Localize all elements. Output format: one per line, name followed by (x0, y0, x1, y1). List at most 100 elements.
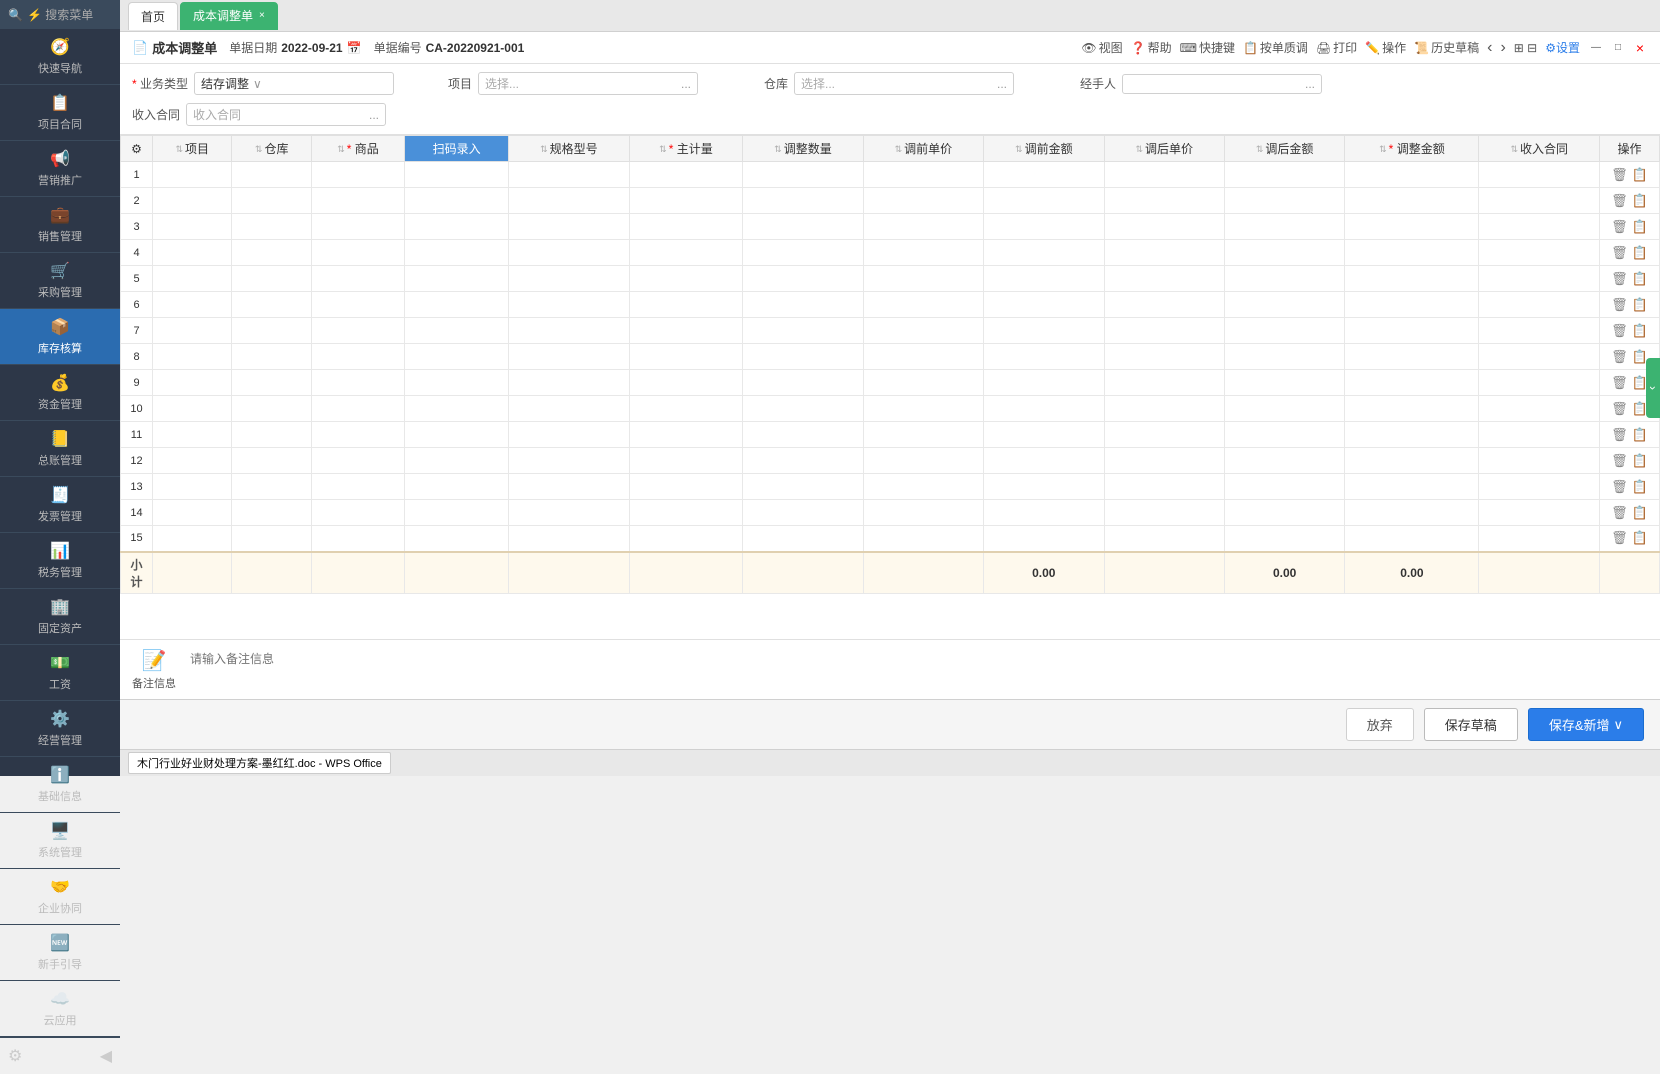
help-btn[interactable]: ❓ 帮助 (1131, 39, 1172, 56)
calendar-icon[interactable]: 📅 (347, 41, 362, 55)
history-btn[interactable]: 📜 历史草稿 (1414, 39, 1479, 56)
sidebar-item-ops-mgmt[interactable]: ⚙️ 经营管理 (0, 701, 120, 757)
row-delete-icon[interactable]: 🗑 (1611, 505, 1628, 520)
sidebar-item-sales-mgmt[interactable]: 💼 销售管理 (0, 197, 120, 253)
tab-home[interactable]: 首页 (128, 2, 178, 30)
row-delete-icon[interactable]: 🗑 (1611, 530, 1628, 545)
row-delete-icon[interactable]: 🗑 (1611, 453, 1628, 468)
single-adjust-btn[interactable]: 📋 按单质调 (1243, 39, 1308, 56)
row-delete-icon[interactable]: 🗑 (1611, 245, 1628, 260)
shortcut-btn[interactable]: ⌨ 快捷键 (1180, 39, 1235, 56)
sidebar-item-fund-mgmt[interactable]: 💰 资金管理 (0, 365, 120, 421)
col-settings[interactable]: ⚙ (121, 136, 153, 162)
sidebar-item-fixed-assets[interactable]: 🏢 固定资产 (0, 589, 120, 645)
basic-info-icon: ℹ️ (50, 765, 70, 785)
row-copy-icon[interactable]: 📋 (1632, 219, 1648, 234)
sidebar-item-biz-collab[interactable]: 🤝 企业协同 (0, 869, 120, 925)
right-handle[interactable]: › (1646, 358, 1660, 418)
sidebar-item-new-guide[interactable]: 🆕 新手引导 (0, 925, 120, 981)
subtotal-row: 小计0.000.000.00 (121, 552, 1660, 594)
save-new-button[interactable]: 保存&新增 ∨ (1528, 708, 1644, 741)
window-controls: — □ × (1588, 40, 1648, 56)
row-copy-icon[interactable]: 📋 (1632, 297, 1648, 312)
table-row: 1🗑📋 (121, 162, 1660, 188)
row-copy-icon[interactable]: 📋 (1632, 245, 1648, 260)
row-delete-icon[interactable]: 🗑 (1611, 271, 1628, 286)
row-delete-icon[interactable]: 🗑 (1611, 349, 1628, 364)
view-btn[interactable]: 👁 视图 (1081, 39, 1122, 56)
sys-mgmt-icon: 🖥️ (50, 821, 70, 841)
row-delete-icon[interactable]: 🗑 (1611, 167, 1628, 182)
project-dots: ... (681, 77, 691, 91)
sidebar-item-cloud-apps[interactable]: ☁️ 云应用 (0, 981, 120, 1037)
row-delete-icon[interactable]: 🗑 (1611, 297, 1628, 312)
row-copy-icon[interactable]: 📋 (1632, 193, 1648, 208)
table-row: 8🗑📋 (121, 344, 1660, 370)
sales-promo-icon: 📢 (50, 149, 70, 169)
sidebar-item-quick-nav[interactable]: 🧭 快速导航 (0, 29, 120, 85)
sidebar-item-tax-mgmt[interactable]: 📊 税务管理 (0, 533, 120, 589)
window-minimize[interactable]: — (1588, 40, 1604, 56)
handler-input[interactable]: ... (1122, 74, 1322, 94)
sidebar-item-invoice-mgmt[interactable]: 🧾 发票管理 (0, 477, 120, 533)
taskbar-item[interactable]: 木门行业好业财处理方案-墨红红.doc - WPS Office (128, 752, 391, 774)
view-toggle[interactable]: ⊞ ⊟ (1514, 41, 1537, 55)
col-income-contract: ⇅收入合同 (1479, 136, 1600, 162)
sidebar-item-project-contract[interactable]: 📋 项目合同 (0, 85, 120, 141)
project-placeholder: 选择... (485, 75, 519, 92)
collapse-icon[interactable]: ◀ (100, 1046, 112, 1066)
row-delete-icon[interactable]: 🗑 (1611, 323, 1628, 338)
sidebar-item-ledger-mgmt[interactable]: 📒 总账管理 (0, 421, 120, 477)
nav-next[interactable]: › (1500, 39, 1505, 57)
row-copy-icon[interactable]: 📋 (1632, 427, 1648, 442)
row-copy-icon[interactable]: 📋 (1632, 479, 1648, 494)
sidebar-item-sys-mgmt[interactable]: 🖥️ 系统管理 (0, 813, 120, 869)
row-delete-icon[interactable]: 🗑 (1611, 219, 1628, 234)
table-row: 13🗑📋 (121, 474, 1660, 500)
row-delete-icon[interactable]: 🗑 (1611, 401, 1628, 416)
col-operation: 操作 (1600, 136, 1660, 162)
operation-btn[interactable]: ✏️ 操作 (1365, 39, 1406, 56)
window-maximize[interactable]: □ (1610, 40, 1626, 56)
sidebar-item-inventory[interactable]: 📦 库存核算 (0, 309, 120, 365)
col-scan[interactable]: 扫码录入 (405, 136, 509, 162)
settings-icon[interactable]: ⚙ (8, 1046, 22, 1066)
notes-input[interactable] (186, 648, 1648, 670)
sidebar-item-label: 营销推广 (38, 172, 82, 188)
warehouse-input[interactable]: 选择... ... (794, 72, 1014, 95)
row-delete-icon[interactable]: 🗑 (1611, 427, 1628, 442)
project-row: 项目 选择... ... (448, 72, 748, 95)
sidebar-item-sales-promo[interactable]: 📢 营销推广 (0, 141, 120, 197)
discard-button[interactable]: 放弃 (1346, 708, 1414, 741)
row-copy-icon[interactable]: 📋 (1632, 323, 1648, 338)
sidebar-item-payroll[interactable]: 💵 工资 (0, 645, 120, 701)
biz-type-input[interactable]: 结存调整 ∨ (194, 72, 394, 95)
sidebar-item-purchase-mgmt[interactable]: 🛒 采购管理 (0, 253, 120, 309)
project-label: 项目 (448, 75, 472, 92)
window-close[interactable]: × (1632, 40, 1648, 56)
sidebar-item-basic-info[interactable]: ℹ️ 基础信息 (0, 757, 120, 813)
project-input[interactable]: 选择... ... (478, 72, 698, 95)
ops-mgmt-icon: ⚙️ (50, 709, 70, 729)
income-contract-input[interactable]: 收入合同 ... (186, 103, 386, 126)
row-copy-icon[interactable]: 📋 (1632, 505, 1648, 520)
sidebar-item-label: 系统管理 (38, 844, 82, 860)
tab-cost-adjust[interactable]: 成本调整单 × (180, 2, 278, 30)
col-warehouse: ⇅仓库 (232, 136, 311, 162)
print-btn[interactable]: 🖨 打印 (1316, 39, 1357, 56)
settings-btn[interactable]: ⚙设置 (1545, 39, 1580, 56)
sidebar-search[interactable]: 🔍 ⚡ 搜索菜单 (0, 0, 120, 29)
warehouse-placeholder: 选择... (801, 75, 835, 92)
tab-close-icon[interactable]: × (259, 10, 265, 21)
search-icon: 🔍 (8, 8, 23, 22)
col-spec: ⇅规格型号 (509, 136, 629, 162)
row-delete-icon[interactable]: 🗑 (1611, 375, 1628, 390)
row-copy-icon[interactable]: 📋 (1632, 453, 1648, 468)
row-copy-icon[interactable]: 📋 (1632, 530, 1648, 545)
row-delete-icon[interactable]: 🗑 (1611, 479, 1628, 494)
save-draft-button[interactable]: 保存草稿 (1424, 708, 1518, 741)
nav-prev[interactable]: ‹ (1487, 39, 1492, 57)
row-delete-icon[interactable]: 🗑 (1611, 193, 1628, 208)
row-copy-icon[interactable]: 📋 (1632, 167, 1648, 182)
row-copy-icon[interactable]: 📋 (1632, 271, 1648, 286)
